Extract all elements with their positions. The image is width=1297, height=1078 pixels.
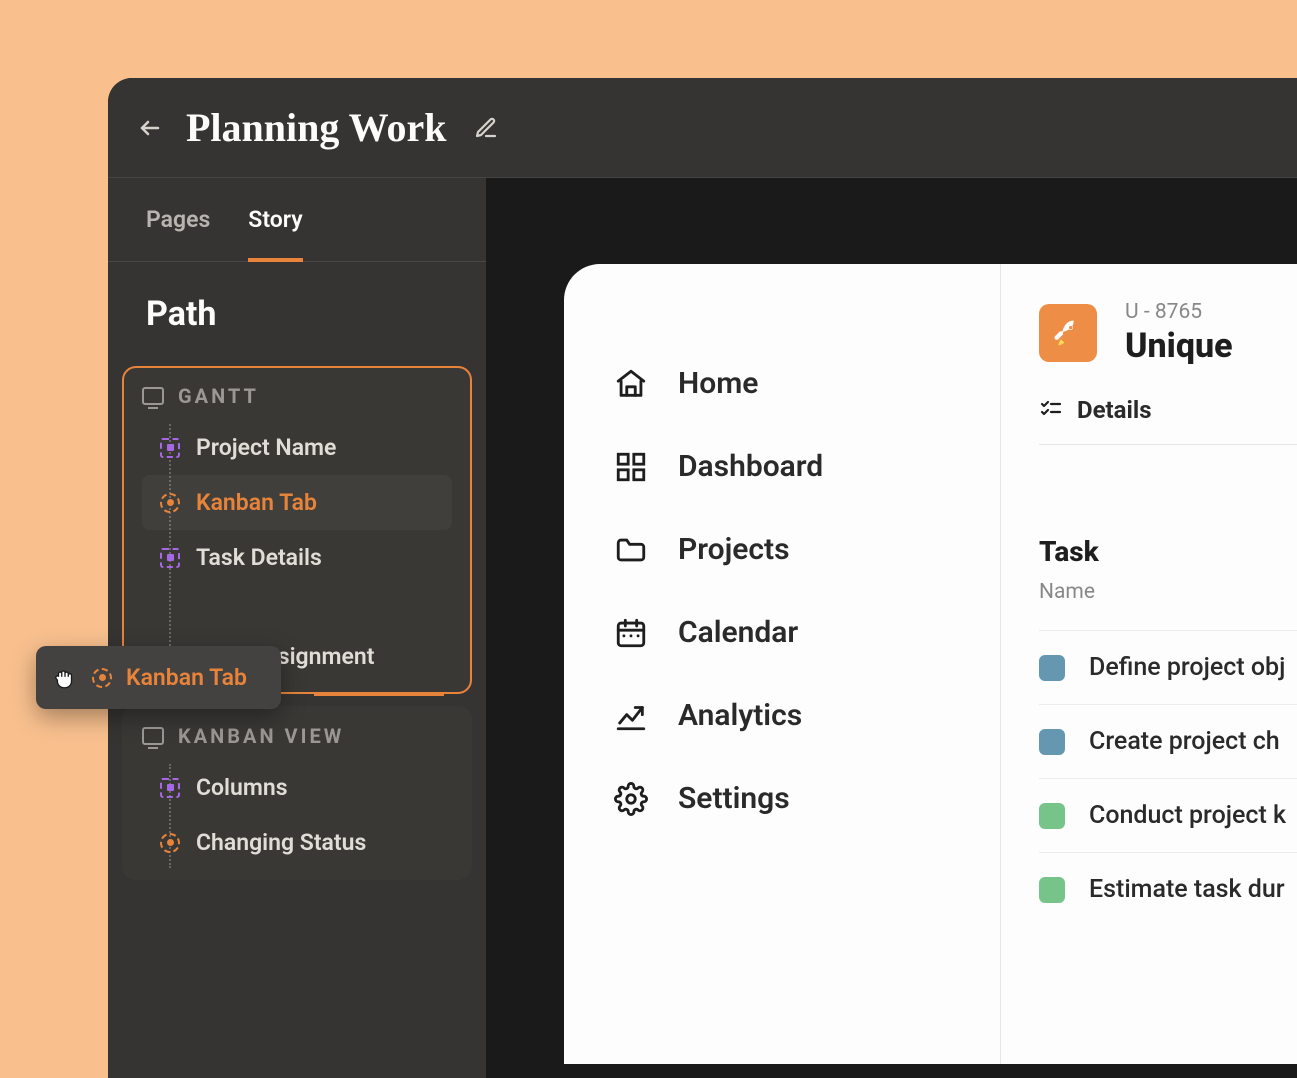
nav-label: Settings: [678, 781, 790, 816]
monitor-icon: [142, 727, 164, 745]
analytics-icon: [614, 699, 648, 733]
nav-item-analytics[interactable]: Analytics: [614, 674, 950, 757]
edit-icon[interactable]: [474, 116, 498, 140]
square-node-icon: [160, 778, 180, 798]
nav-item-projects[interactable]: Projects: [614, 508, 950, 591]
page-title: Planning Work: [186, 104, 446, 151]
task-name: Define project obj: [1089, 653, 1285, 682]
header: Planning Work: [108, 78, 1297, 178]
nav-label: Calendar: [678, 615, 798, 650]
circle-node-icon: [160, 833, 180, 853]
task-row[interactable]: Define project obj: [1039, 630, 1297, 704]
path-item-label: Kanban Tab: [196, 489, 317, 516]
nav-label: Analytics: [678, 698, 802, 733]
task-status-badge: [1039, 655, 1065, 681]
square-node-icon: [160, 548, 180, 568]
tab-pages[interactable]: Pages: [146, 206, 210, 261]
home-icon: [614, 367, 648, 401]
monitor-icon: [142, 387, 164, 405]
drag-chip[interactable]: Kanban Tab: [36, 646, 281, 709]
square-node-icon: [160, 438, 180, 458]
detail-tab-details[interactable]: Details: [1039, 396, 1152, 424]
nav-item-dashboard[interactable]: Dashboard: [614, 425, 950, 508]
task-name: Estimate task dur: [1089, 875, 1285, 904]
nav-label: Home: [678, 366, 758, 401]
path-item-label: Project Name: [196, 434, 336, 461]
project-header: U - 8765 Unique: [1039, 300, 1297, 366]
task-row[interactable]: Conduct project k: [1039, 778, 1297, 852]
project-title: Unique: [1125, 326, 1233, 366]
task-status-badge: [1039, 877, 1065, 903]
nav-item-calendar[interactable]: Calendar: [614, 591, 950, 674]
path-heading: Path: [146, 294, 448, 334]
path-item-columns[interactable]: Columns: [142, 760, 452, 815]
path-group-gantt[interactable]: GANTT Project Name Kanban Tab Task Detai…: [122, 366, 472, 694]
back-arrow-icon[interactable]: [138, 116, 162, 140]
drop-indicator: [314, 692, 444, 696]
path-group-kanban-view[interactable]: KANBAN VIEW Columns Changing Status: [122, 706, 472, 880]
task-row[interactable]: Estimate task dur: [1039, 852, 1297, 926]
task-name: Conduct project k: [1089, 801, 1286, 830]
drag-chip-label: Kanban Tab: [126, 664, 247, 691]
task-name: Create project ch: [1089, 727, 1280, 756]
path-item-kanban-tab[interactable]: Kanban Tab: [142, 475, 452, 530]
checklist-icon: [1039, 398, 1063, 422]
settings-icon: [614, 782, 648, 816]
task-row[interactable]: Create project ch: [1039, 704, 1297, 778]
group-label: KANBAN VIEW: [178, 724, 344, 748]
detail-tab-label: Details: [1077, 396, 1152, 424]
preview-panel: Home Dashboard Projects Calendar Analyti…: [564, 264, 1297, 1064]
calendar-icon: [614, 616, 648, 650]
circle-node-icon: [92, 668, 112, 688]
path-item-label: Task Details: [196, 544, 322, 571]
rocket-icon: [1052, 317, 1084, 349]
task-subheading: Name: [1039, 580, 1297, 604]
sidebar: Pages Story Path GANTT Project Name Ka: [108, 178, 486, 1078]
nav-label: Projects: [678, 532, 790, 567]
folder-icon: [614, 533, 648, 567]
nav-item-settings[interactable]: Settings: [614, 757, 950, 840]
path-item-label: Columns: [196, 774, 288, 801]
nav-item-home[interactable]: Home: [614, 342, 950, 425]
group-label: GANTT: [178, 384, 259, 408]
detail-column: U - 8765 Unique Details Task Name Define…: [1000, 264, 1297, 1064]
rocket-badge: [1039, 304, 1097, 362]
path-item-project-name[interactable]: Project Name: [142, 420, 452, 475]
task-status-badge: [1039, 729, 1065, 755]
task-section: Task Name Define project obj Create proj…: [1039, 535, 1297, 926]
path-item-task-details[interactable]: Task Details: [142, 530, 452, 585]
path-item-changing-status[interactable]: Changing Status: [142, 815, 452, 870]
circle-node-icon: [160, 493, 180, 513]
path-item-label: Changing Status: [196, 829, 366, 856]
tab-story[interactable]: Story: [248, 206, 302, 261]
task-status-badge: [1039, 803, 1065, 829]
preview-nav: Home Dashboard Projects Calendar Analyti…: [564, 264, 1000, 1064]
grab-cursor-icon: [52, 665, 78, 691]
dashboard-icon: [614, 450, 648, 484]
nav-label: Dashboard: [678, 449, 823, 484]
task-heading: Task: [1039, 535, 1297, 568]
project-id: U - 8765: [1125, 300, 1233, 324]
detail-tabs: Details: [1039, 396, 1297, 445]
